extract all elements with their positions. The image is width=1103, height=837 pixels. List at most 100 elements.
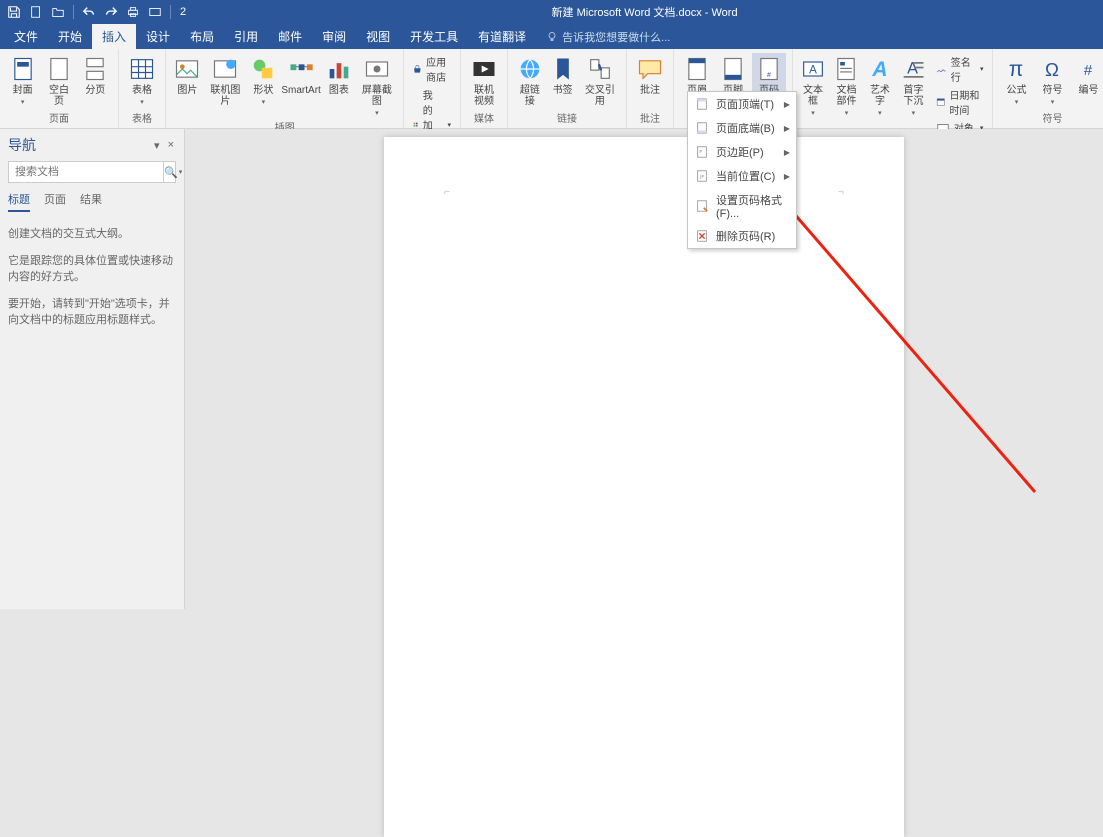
navigation-search: 🔍▾	[8, 161, 176, 183]
group-label: 页面	[6, 110, 112, 126]
signature-line-button[interactable]: 签名行▾	[933, 53, 987, 85]
table-button[interactable]: 表格▾	[125, 53, 159, 108]
cross-ref-icon	[586, 55, 614, 83]
drop-cap-icon: A	[899, 55, 927, 83]
group-comments: 批注 批注	[627, 49, 674, 128]
cross-reference-button[interactable]: 交叉引用	[580, 53, 620, 109]
symbol-button[interactable]: Ω符号▾	[1035, 53, 1069, 108]
online-video-button[interactable]: 联机视频	[467, 53, 501, 109]
tab-layout[interactable]: 布局	[180, 24, 224, 49]
tab-view[interactable]: 视图	[356, 24, 400, 49]
textbox-icon: A	[799, 55, 827, 83]
online-pictures-button[interactable]: 联机图片	[205, 53, 246, 109]
group-addins: 应用商店 我的加载项▾ 加载项	[404, 49, 461, 128]
screenshot-icon	[363, 55, 391, 83]
window-title: 新建 Microsoft Word 文档.docx - Word	[190, 4, 1099, 20]
blank-page-icon	[45, 55, 73, 83]
margin-mark-tl: ⌐	[444, 187, 450, 198]
group-label: 符号	[999, 110, 1103, 126]
touch-mode-button[interactable]	[145, 2, 165, 22]
tell-me-search[interactable]: 告诉我您想要做什么...	[546, 29, 670, 49]
nav-hint-3: 要开始，请转到"开始"选项卡，并向文档中的标题应用标题样式。	[8, 296, 176, 329]
shapes-button[interactable]: 形状▾	[248, 53, 279, 108]
group-links: 超链接 书签 交叉引用 链接	[508, 49, 627, 128]
bookmark-button[interactable]: 书签	[548, 53, 578, 98]
quick-parts-icon	[832, 55, 860, 83]
dd-page-margins[interactable]: # 页边距(P) ▶	[688, 140, 796, 164]
chevron-down-icon: ▾	[1051, 98, 1055, 106]
search-input[interactable]	[9, 162, 163, 182]
cover-page-button[interactable]: 封面▾	[6, 53, 39, 108]
tab-results[interactable]: 结果	[80, 191, 102, 212]
group-tables: 表格▾ 表格	[119, 49, 166, 128]
picture-button[interactable]: 图片	[172, 53, 203, 98]
page-break-button[interactable]: 分页	[79, 53, 112, 98]
undo-button[interactable]	[79, 2, 99, 22]
drop-cap-button[interactable]: A首字下沉▾	[896, 53, 931, 119]
svg-text:A: A	[809, 64, 817, 77]
dd-bottom-of-page[interactable]: 页面底端(B) ▶	[688, 116, 796, 140]
current-position-icon: |#	[694, 168, 710, 184]
wordart-button[interactable]: A艺术字▾	[866, 53, 894, 119]
submenu-arrow-icon: ▶	[784, 124, 790, 133]
header-icon	[683, 55, 711, 83]
document-area[interactable]: ⌐ ¬	[185, 129, 1103, 609]
chevron-down-icon: ▾	[262, 98, 266, 106]
comment-button[interactable]: 批注	[633, 53, 667, 98]
group-label: 批注	[633, 110, 667, 126]
tab-pages[interactable]: 页面	[44, 191, 66, 212]
svg-text:|#: |#	[700, 174, 704, 179]
separator	[170, 5, 171, 19]
chevron-down-icon: ▾	[375, 109, 379, 117]
comment-icon	[636, 55, 664, 83]
store-button[interactable]: 应用商店	[410, 53, 454, 85]
content-area: 导航 ▾ × 🔍▾ 标题 页面 结果 创建文档的交互式大纲。 它是跟踪您的具体位…	[0, 129, 1103, 609]
dd-format-page-numbers[interactable]: 设置页码格式(F)...	[688, 188, 796, 224]
quick-access-toolbar: 2	[4, 2, 190, 22]
tab-youdao[interactable]: 有道翻译	[468, 24, 536, 49]
search-button[interactable]: 🔍▾	[163, 162, 182, 182]
chart-button[interactable]: 图表	[323, 53, 354, 98]
dd-current-position[interactable]: |# 当前位置(C) ▶	[688, 164, 796, 188]
nav-hint-2: 它是跟踪您的具体位置或快速移动内容的好方式。	[8, 253, 176, 286]
tab-home[interactable]: 开始	[48, 24, 92, 49]
number-button[interactable]: #编号	[1071, 53, 1103, 98]
save-button[interactable]	[4, 2, 24, 22]
hyperlink-button[interactable]: 超链接	[514, 53, 546, 109]
new-button[interactable]	[26, 2, 46, 22]
tab-review[interactable]: 审阅	[312, 24, 356, 49]
tab-file[interactable]: 文件	[4, 24, 48, 49]
screenshot-button[interactable]: 屏幕截图▾	[356, 53, 397, 119]
tab-headings[interactable]: 标题	[8, 191, 30, 212]
close-pane-button[interactable]: ×	[166, 139, 176, 152]
ribbon-tabs: 文件 开始 插入 设计 布局 引用 邮件 审阅 视图 开发工具 有道翻译 告诉我…	[0, 24, 1103, 49]
print-button[interactable]	[123, 2, 143, 22]
tab-insert[interactable]: 插入	[92, 24, 136, 49]
submenu-arrow-icon: ▶	[784, 100, 790, 109]
ribbon: 封面▾ 空白页 分页 页面 表格▾ 表格 图片 联机图片 形状▾ SmartAr…	[0, 49, 1103, 129]
smartart-button[interactable]: SmartArt	[281, 53, 322, 98]
tab-design[interactable]: 设计	[136, 24, 180, 49]
dd-remove-page-numbers[interactable]: 删除页码(R)	[688, 224, 796, 248]
date-time-button[interactable]: 日期和时间	[933, 86, 987, 118]
tab-developer[interactable]: 开发工具	[400, 24, 468, 49]
chevron-down-icon: ▾	[140, 98, 144, 106]
group-label: 链接	[514, 110, 620, 126]
quick-parts-button[interactable]: 文档部件▾	[829, 53, 864, 119]
nav-hint-1: 创建文档的交互式大纲。	[8, 226, 176, 243]
page[interactable]: ⌐ ¬	[384, 137, 904, 837]
tab-references[interactable]: 引用	[224, 24, 268, 49]
textbox-button[interactable]: A文本框▾	[799, 53, 827, 119]
navigation-body: 创建文档的交互式大纲。 它是跟踪您的具体位置或快速移动内容的好方式。 要开始，请…	[8, 226, 176, 339]
open-button[interactable]	[48, 2, 68, 22]
navigation-tabs: 标题 页面 结果	[8, 191, 176, 212]
dd-top-of-page[interactable]: 页面顶端(T) ▶	[688, 92, 796, 116]
equation-button[interactable]: π公式▾	[999, 53, 1033, 108]
shapes-icon	[249, 55, 277, 83]
tab-mailings[interactable]: 邮件	[268, 24, 312, 49]
chevron-down-icon[interactable]: ▾	[152, 139, 162, 152]
chart-icon	[325, 55, 353, 83]
redo-button[interactable]	[101, 2, 121, 22]
qat-more-indicator[interactable]: 2	[176, 6, 190, 18]
blank-page-button[interactable]: 空白页	[41, 53, 76, 109]
